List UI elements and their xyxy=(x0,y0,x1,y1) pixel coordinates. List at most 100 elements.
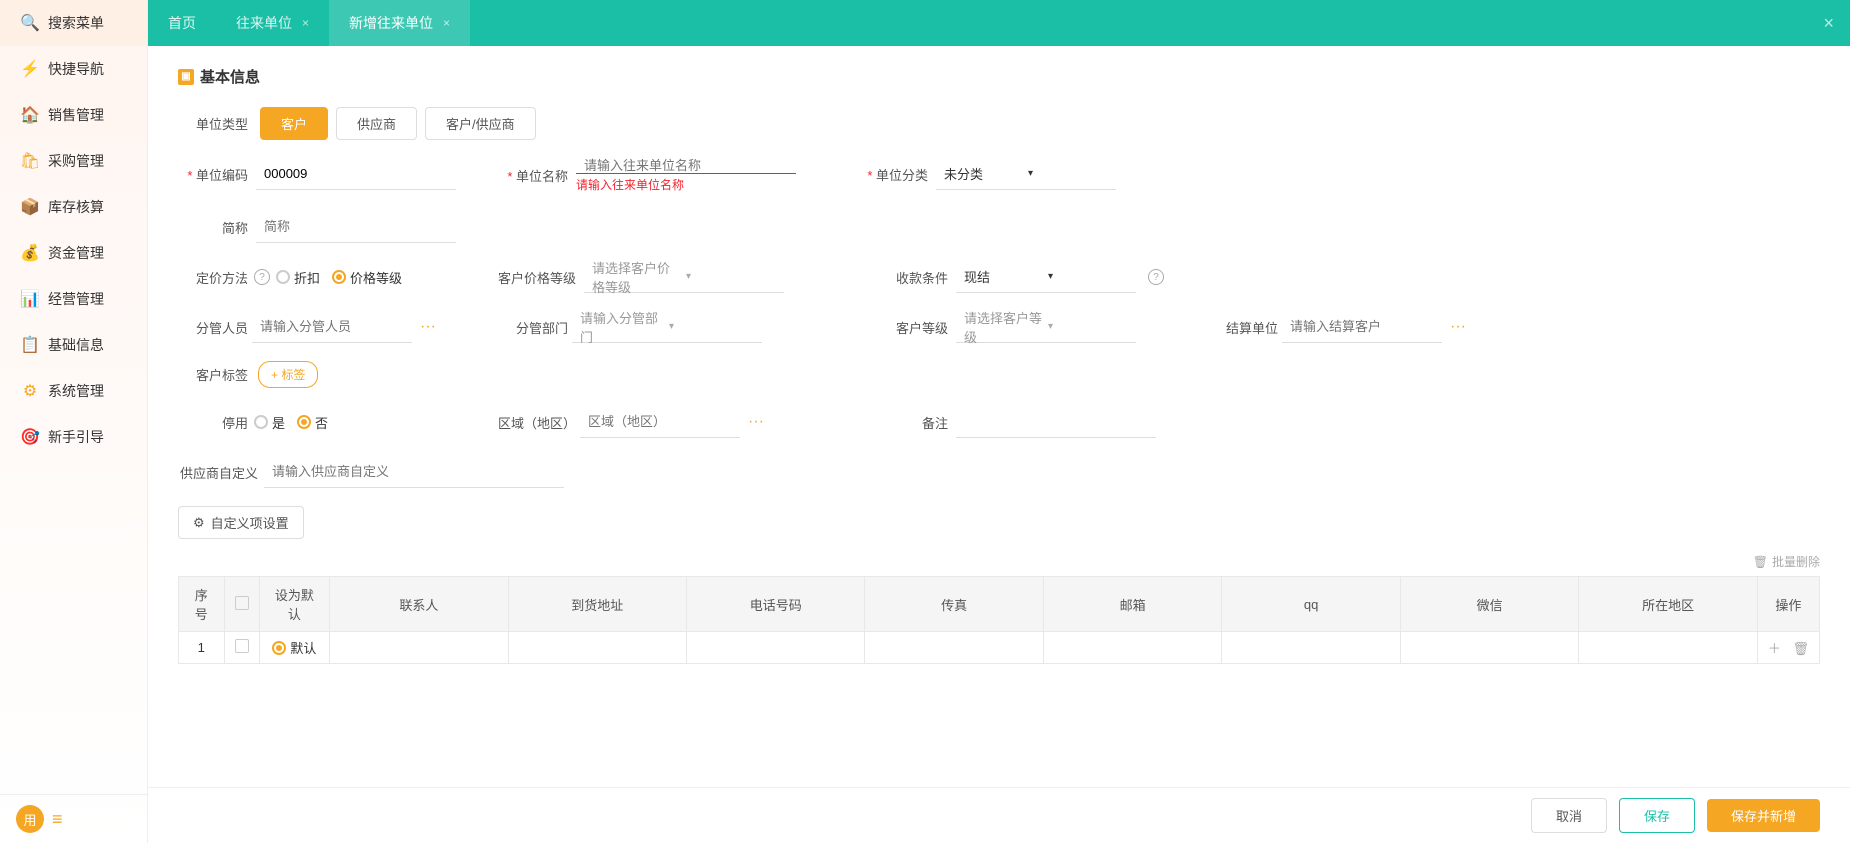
settlement-more-icon[interactable]: ··· xyxy=(1446,318,1470,336)
phone-input[interactable] xyxy=(697,640,854,655)
name-label: 单位名称 xyxy=(498,166,568,185)
col-region: 所在地区 xyxy=(1579,577,1757,632)
pricing-price-level-label: 价格等级 xyxy=(350,268,402,287)
inventory-icon: 📦 xyxy=(20,197,40,217)
row-address[interactable] xyxy=(508,632,686,664)
row-checkbox[interactable] xyxy=(235,639,249,653)
row-contact[interactable] xyxy=(330,632,508,664)
save-button[interactable]: 保存 xyxy=(1619,798,1695,833)
email-input[interactable] xyxy=(1054,640,1211,655)
sidebar-item-purchase[interactable]: 🛍 采购管理 xyxy=(0,138,147,184)
sidebar: 🔍 搜索菜单 ⚡ 快捷导航 🏠 销售管理 🛍 采购管理 📦 库存核算 💰 资金管… xyxy=(0,0,148,843)
disable-label: 停用 xyxy=(178,413,248,432)
sidebar-label-operations: 经营管理 xyxy=(48,289,104,309)
tags-field: 客户标签 + 标签 xyxy=(178,361,318,388)
save-add-button[interactable]: 保存并新增 xyxy=(1707,799,1820,832)
supplier-custom-input[interactable] xyxy=(264,456,564,488)
select-all-checkbox[interactable] xyxy=(235,596,249,610)
dept-placeholder: 请输入分管部门 xyxy=(580,308,665,346)
row-fax[interactable] xyxy=(865,632,1043,664)
section-icon: ▣ xyxy=(178,69,194,85)
unit-type-buttons: 客户 供应商 客户/供应商 xyxy=(260,107,536,140)
sidebar-item-system[interactable]: ⚙ 系统管理 xyxy=(0,368,147,414)
category-select[interactable]: 未分类 ▾ xyxy=(936,158,1116,190)
wechat-input[interactable] xyxy=(1411,640,1568,655)
close-all-tabs-button[interactable]: × xyxy=(1823,13,1834,34)
tab-contacts-close[interactable]: × xyxy=(302,16,309,30)
abbr-input[interactable] xyxy=(256,211,456,243)
manager-input[interactable] xyxy=(252,311,412,343)
qq-input[interactable] xyxy=(1232,640,1390,655)
default-label: 默认 xyxy=(290,638,316,657)
row-delete-icon[interactable]: 🗑 xyxy=(1792,641,1809,656)
sidebar-item-basic-info[interactable]: 📋 基础信息 xyxy=(0,322,147,368)
main-area: 首页 往来单位 × 新增往来单位 × × ▣ 基本信息 单位类型 客户 供应商 … xyxy=(148,0,1850,843)
sidebar-item-operations[interactable]: 📊 经营管理 xyxy=(0,276,147,322)
price-level-select[interactable]: 请选择客户价格等级 ▾ xyxy=(584,261,784,293)
row-email[interactable] xyxy=(1043,632,1221,664)
type-btn-both[interactable]: 客户/供应商 xyxy=(425,107,536,140)
pricing-price-level-option[interactable]: 价格等级 xyxy=(332,268,402,287)
custom-settings-button[interactable]: ⚙ 自定义项设置 xyxy=(178,506,304,539)
type-btn-supplier[interactable]: 供应商 xyxy=(336,107,417,140)
row-default-radio[interactable]: 默认 xyxy=(270,638,320,657)
region-input[interactable] xyxy=(580,406,740,438)
sidebar-item-inventory[interactable]: 📦 库存核算 xyxy=(0,184,147,230)
pricing-help-icon[interactable]: ? xyxy=(254,269,270,285)
customer-level-field: 客户等级 请选择客户等级 ▾ xyxy=(878,311,1198,343)
col-default: 设为默认 xyxy=(259,577,330,632)
row-phone[interactable] xyxy=(687,632,865,664)
payment-select[interactable]: 现结 ▾ xyxy=(956,261,1136,293)
row-add-icon[interactable]: ＋ xyxy=(1768,641,1781,656)
add-tag-button[interactable]: + 标签 xyxy=(258,361,318,388)
code-input[interactable] xyxy=(256,158,456,190)
row-index: 1 xyxy=(179,632,225,664)
customer-level-placeholder: 请选择客户等级 xyxy=(964,308,1044,346)
sidebar-item-quick-nav[interactable]: ⚡ 快捷导航 xyxy=(0,46,147,92)
search-icon: 🔍 xyxy=(20,13,40,33)
name-input[interactable] xyxy=(576,158,796,174)
customer-level-select[interactable]: 请选择客户等级 ▾ xyxy=(956,311,1136,343)
disable-no-option[interactable]: 否 xyxy=(297,413,328,432)
batch-delete-label[interactable]: 批量删除 xyxy=(1772,553,1820,570)
custom-settings-label: 自定义项设置 xyxy=(211,513,289,532)
col-check xyxy=(224,577,259,632)
manager-more-icon[interactable]: ··· xyxy=(416,318,440,336)
tab-new-contact-close[interactable]: × xyxy=(443,16,450,30)
payment-field: 收款条件 现结 ▾ ? xyxy=(878,261,1198,293)
col-qq: qq xyxy=(1222,577,1401,632)
col-contact: 联系人 xyxy=(330,577,508,632)
sidebar-item-finance[interactable]: 💰 资金管理 xyxy=(0,230,147,276)
cancel-button[interactable]: 取消 xyxy=(1531,798,1607,833)
type-btn-customer[interactable]: 客户 xyxy=(260,107,328,140)
fax-input[interactable] xyxy=(875,640,1032,655)
quick-nav-icon: ⚡ xyxy=(20,59,40,79)
sidebar-item-sales[interactable]: 🏠 销售管理 xyxy=(0,92,147,138)
settlement-field: 结算单位 ··· xyxy=(1218,311,1518,343)
disable-yes-option[interactable]: 是 xyxy=(254,413,285,432)
tab-home-label: 首页 xyxy=(168,13,196,33)
tab-new-contact[interactable]: 新增往来单位 × xyxy=(329,0,470,46)
region-table-input[interactable] xyxy=(1589,640,1746,655)
gear-icon: ⚙ xyxy=(193,515,205,531)
table-body: 1 默认 xyxy=(179,632,1820,664)
row-wechat[interactable] xyxy=(1400,632,1578,664)
sidebar-item-new-guide[interactable]: 🎯 新手引导 xyxy=(0,414,147,460)
settlement-input[interactable] xyxy=(1282,311,1442,343)
contact-input[interactable] xyxy=(340,640,497,655)
sidebar-bottom: 用 ≡ xyxy=(0,794,147,843)
payment-help-icon[interactable]: ? xyxy=(1148,269,1164,285)
row-region[interactable] xyxy=(1579,632,1757,664)
col-wechat: 微信 xyxy=(1400,577,1578,632)
region-more-icon[interactable]: ··· xyxy=(744,413,768,431)
payment-value: 现结 xyxy=(964,267,1044,286)
form-content: ▣ 基本信息 单位类型 客户 供应商 客户/供应商 单位编码 单位名称 xyxy=(148,46,1850,787)
dept-select[interactable]: 请输入分管部门 ▾ xyxy=(572,311,762,343)
row-qq[interactable] xyxy=(1222,632,1401,664)
pricing-discount-option[interactable]: 折扣 xyxy=(276,268,320,287)
note-input[interactable] xyxy=(956,406,1156,438)
sidebar-item-search[interactable]: 🔍 搜索菜单 xyxy=(0,0,147,46)
tab-home[interactable]: 首页 xyxy=(148,0,216,46)
address-input[interactable] xyxy=(519,640,676,655)
tab-contacts[interactable]: 往来单位 × xyxy=(216,0,329,46)
